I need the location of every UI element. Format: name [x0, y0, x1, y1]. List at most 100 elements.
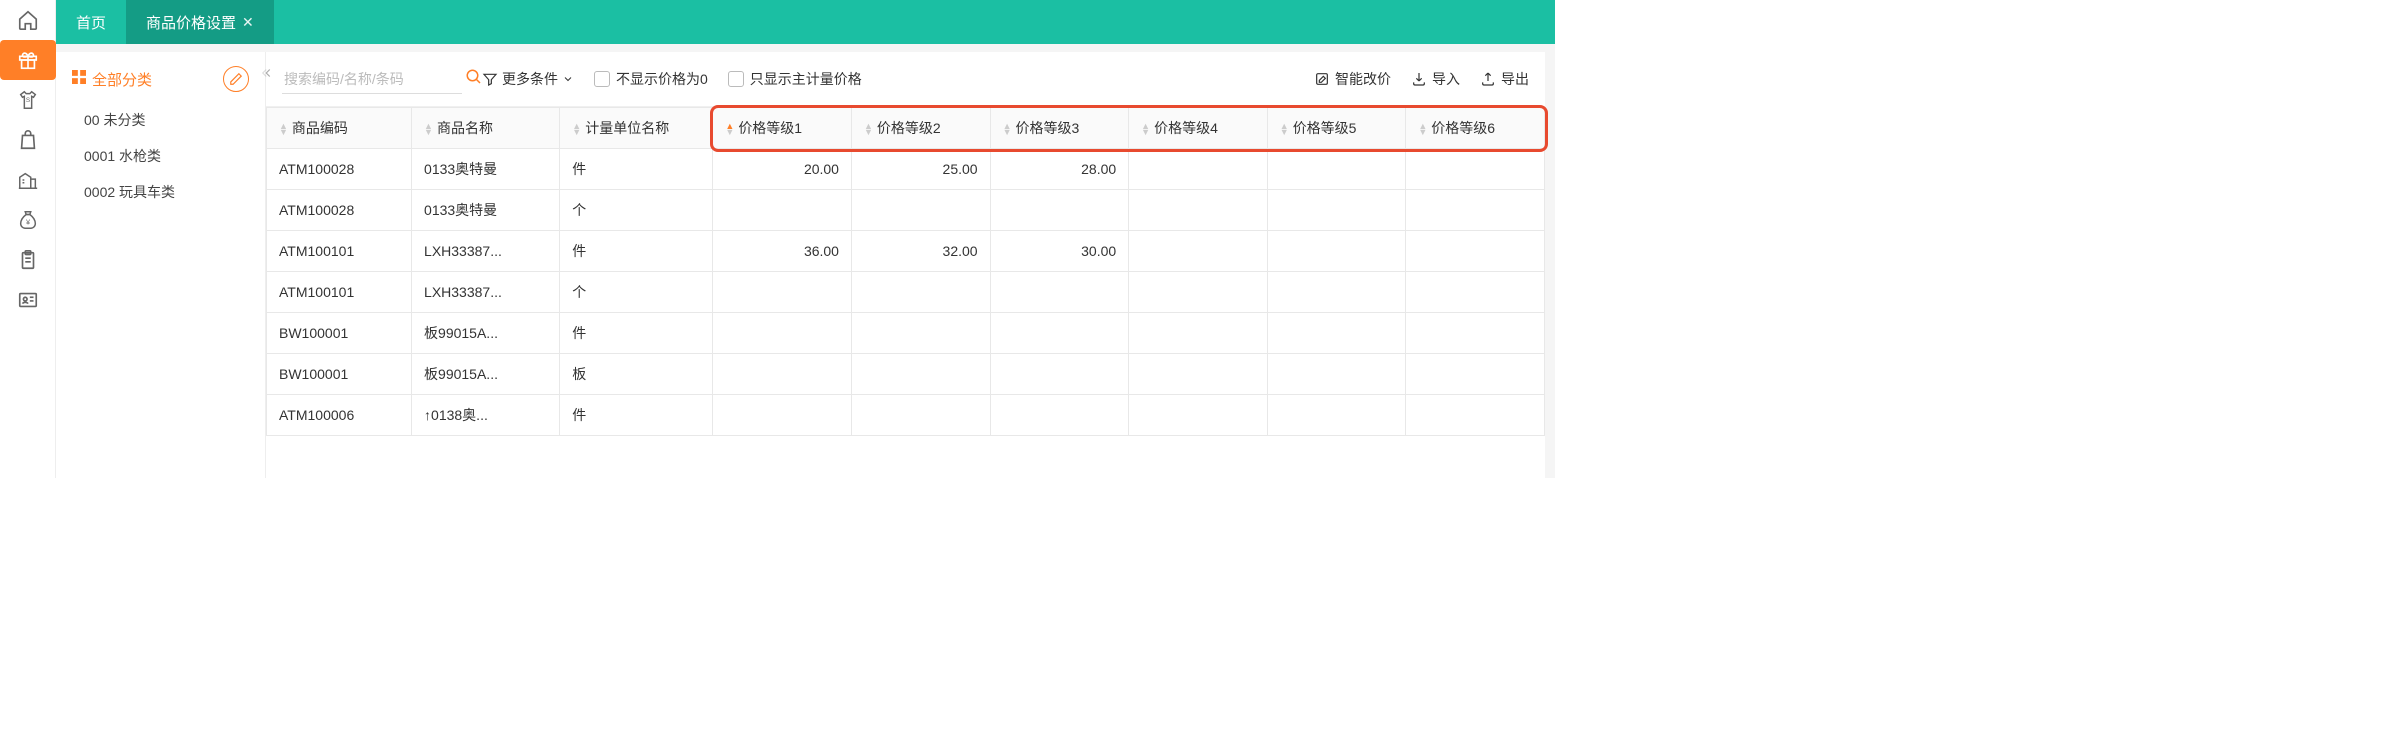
table-cell[interactable]: 28.00: [990, 149, 1129, 190]
table-cell[interactable]: [1406, 354, 1545, 395]
table-cell[interactable]: [1406, 149, 1545, 190]
table-cell[interactable]: [1267, 313, 1406, 354]
table-cell[interactable]: LXH33387...: [412, 231, 560, 272]
table-row[interactable]: ATM1000280133奥特曼个: [267, 190, 1545, 231]
table-cell[interactable]: [1267, 231, 1406, 272]
edit-category-button[interactable]: [223, 66, 249, 92]
table-cell[interactable]: 件: [560, 395, 713, 436]
sidebar-money[interactable]: ¥: [0, 200, 56, 240]
table-cell[interactable]: [1406, 313, 1545, 354]
category-item[interactable]: 0002 玩具车类: [56, 174, 265, 210]
table-row[interactable]: ATM100101LXH33387...个: [267, 272, 1545, 313]
table-cell[interactable]: LXH33387...: [412, 272, 560, 313]
table-cell[interactable]: [1267, 354, 1406, 395]
table-row[interactable]: ATM100101LXH33387...件36.0032.0030.00: [267, 231, 1545, 272]
table-cell[interactable]: 0133奥特曼: [412, 190, 560, 231]
table-cell[interactable]: [1406, 231, 1545, 272]
column-header[interactable]: ▲▼价格等级1: [713, 108, 852, 149]
smart-reprice-button[interactable]: 智能改价: [1314, 69, 1391, 89]
category-header[interactable]: 全部分类: [56, 62, 265, 102]
table-cell[interactable]: 36.00: [713, 231, 852, 272]
column-header[interactable]: ▲▼商品名称: [412, 108, 560, 149]
category-item[interactable]: 0001 水枪类: [56, 138, 265, 174]
table-cell[interactable]: [1406, 272, 1545, 313]
table-cell[interactable]: [851, 395, 990, 436]
table-cell[interactable]: [1267, 149, 1406, 190]
tab-price-settings[interactable]: 商品价格设置 ✕: [126, 0, 274, 44]
table-cell[interactable]: [1267, 395, 1406, 436]
table-row[interactable]: ATM100006↑0138奥...件: [267, 395, 1545, 436]
table-cell[interactable]: 板: [560, 354, 713, 395]
table-cell[interactable]: 板99015A...: [412, 313, 560, 354]
table-cell[interactable]: [1129, 395, 1268, 436]
sidebar-clipboard[interactable]: [0, 240, 56, 280]
sidebar-shirt[interactable]: S: [0, 80, 56, 120]
table-cell[interactable]: 20.00: [713, 149, 852, 190]
close-icon[interactable]: ✕: [242, 14, 254, 31]
table-cell[interactable]: 0133奥特曼: [412, 149, 560, 190]
table-cell[interactable]: 个: [560, 190, 713, 231]
table-cell[interactable]: [713, 395, 852, 436]
table-cell[interactable]: 件: [560, 149, 713, 190]
table-cell[interactable]: [1129, 313, 1268, 354]
table-cell[interactable]: [1129, 149, 1268, 190]
table-cell[interactable]: 件: [560, 231, 713, 272]
table-cell[interactable]: 个: [560, 272, 713, 313]
table-cell[interactable]: [713, 272, 852, 313]
table-cell[interactable]: [1129, 231, 1268, 272]
sidebar-gift[interactable]: [0, 40, 56, 80]
column-header[interactable]: ▲▼价格等级3: [990, 108, 1129, 149]
table-cell[interactable]: [1129, 354, 1268, 395]
table-cell[interactable]: [990, 395, 1129, 436]
tab-home[interactable]: 首页: [56, 0, 126, 44]
table-cell[interactable]: [851, 354, 990, 395]
table-cell[interactable]: [1406, 190, 1545, 231]
table-cell[interactable]: ATM100028: [267, 190, 412, 231]
table-cell[interactable]: [990, 190, 1129, 231]
table-cell[interactable]: [1129, 190, 1268, 231]
table-row[interactable]: BW100001板99015A...板: [267, 354, 1545, 395]
sidebar-idcard[interactable]: [0, 280, 56, 320]
column-header[interactable]: ▲▼计量单位名称: [560, 108, 713, 149]
table-cell[interactable]: [990, 313, 1129, 354]
more-conditions-button[interactable]: 更多条件: [482, 69, 574, 89]
column-header[interactable]: ▲▼价格等级2: [851, 108, 990, 149]
column-header[interactable]: ▲▼价格等级6: [1406, 108, 1545, 149]
column-header[interactable]: ▲▼商品编码: [267, 108, 412, 149]
table-cell[interactable]: [1406, 395, 1545, 436]
export-button[interactable]: 导出: [1480, 69, 1529, 89]
table-cell[interactable]: BW100001: [267, 354, 412, 395]
only-main-unit-checkbox[interactable]: 只显示主计量价格: [728, 69, 862, 89]
table-cell[interactable]: [713, 354, 852, 395]
column-header[interactable]: ▲▼价格等级5: [1267, 108, 1406, 149]
search-icon[interactable]: [465, 68, 483, 89]
table-cell[interactable]: [851, 272, 990, 313]
table-cell[interactable]: [713, 190, 852, 231]
table-cell[interactable]: 25.00: [851, 149, 990, 190]
search-input[interactable]: [284, 71, 465, 87]
table-cell[interactable]: [1267, 272, 1406, 313]
category-item[interactable]: 00 未分类: [56, 102, 265, 138]
table-cell[interactable]: [851, 313, 990, 354]
table-cell[interactable]: BW100001: [267, 313, 412, 354]
hide-zero-price-checkbox[interactable]: 不显示价格为0: [594, 69, 708, 89]
table-cell[interactable]: [1129, 272, 1268, 313]
table-cell[interactable]: 32.00: [851, 231, 990, 272]
table-cell[interactable]: [851, 190, 990, 231]
table-cell[interactable]: 30.00: [990, 231, 1129, 272]
table-row[interactable]: BW100001板99015A...件: [267, 313, 1545, 354]
table-cell[interactable]: [713, 313, 852, 354]
sidebar-building[interactable]: [0, 160, 56, 200]
table-row[interactable]: ATM1000280133奥特曼件20.0025.0028.00: [267, 149, 1545, 190]
table-cell[interactable]: ATM100028: [267, 149, 412, 190]
table-cell[interactable]: [990, 354, 1129, 395]
table-cell[interactable]: 板99015A...: [412, 354, 560, 395]
sidebar-bag[interactable]: [0, 120, 56, 160]
table-cell[interactable]: ATM100101: [267, 231, 412, 272]
table-cell[interactable]: ↑0138奥...: [412, 395, 560, 436]
import-button[interactable]: 导入: [1411, 69, 1460, 89]
table-cell[interactable]: ATM100101: [267, 272, 412, 313]
sidebar-home[interactable]: [0, 0, 56, 40]
table-cell[interactable]: 件: [560, 313, 713, 354]
table-cell[interactable]: [1267, 190, 1406, 231]
